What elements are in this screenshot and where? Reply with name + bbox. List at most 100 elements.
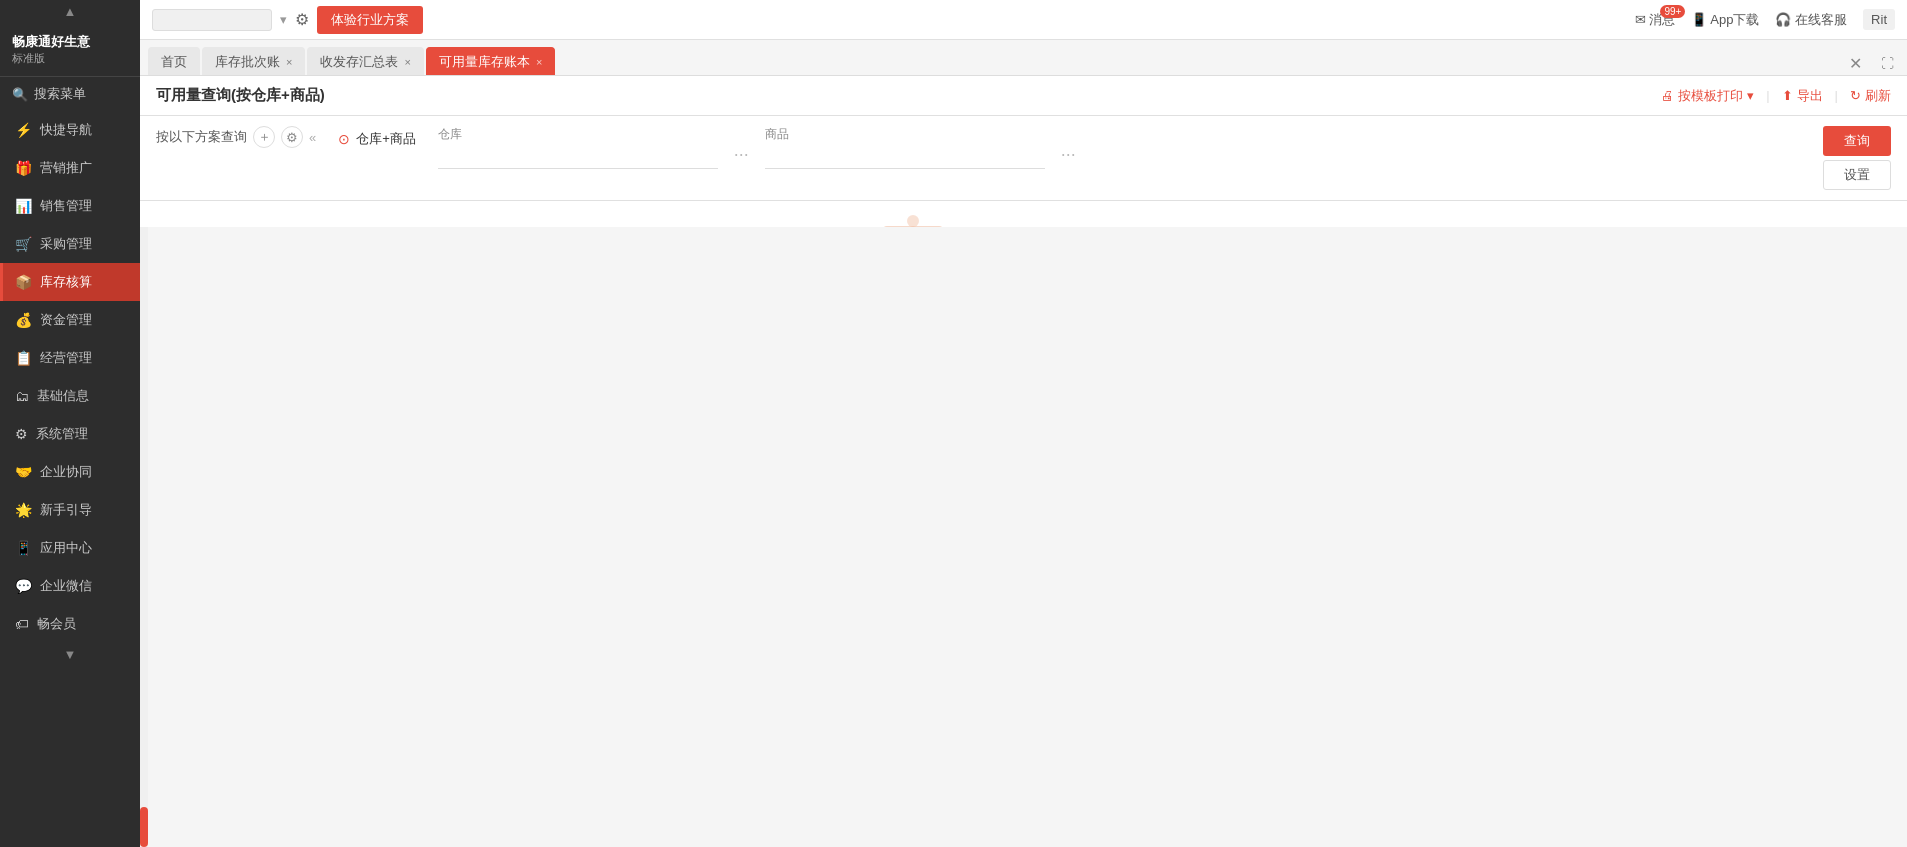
sidebar-item-marketing[interactable]: 🎁 营销推广 [0, 149, 140, 187]
filter-actions: 查询 设置 [1823, 126, 1891, 190]
tab-batch-ledger[interactable]: 库存批次账 × [202, 47, 305, 75]
filter-area: 按以下方案查询 ＋ ⚙ « ⊙ 仓库+商品 仓库 ··· 商品 [140, 116, 1907, 201]
purchase-icon: 🛒 [15, 236, 32, 252]
tab-batch-ledger-label: 库存批次账 [215, 53, 280, 71]
refresh-icon: ↻ [1850, 88, 1861, 103]
sidebar-item-member[interactable]: 🏷 畅会员 [0, 605, 140, 643]
tabs-bar: 首页 库存批次账 × 收发存汇总表 × 可用量库存账本 × ✕ ⛶ [140, 40, 1907, 76]
search-menu-label: 搜索菜单 [34, 85, 86, 103]
trial-button[interactable]: 体验行业方案 [317, 6, 423, 34]
tabs-right-controls: ✕ ⛶ [1843, 51, 1899, 75]
tab-home-label: 首页 [161, 53, 187, 71]
sidebar: ▲ 畅康通好生意 标准版 🔍 搜索菜单 ⚡ 快捷导航 🎁 营销推广 📊 销售管理… [0, 0, 140, 847]
sidebar-item-inventory[interactable]: 📦 库存核算 [0, 263, 140, 301]
member-icon: 🏷 [15, 616, 29, 632]
sidebar-item-system[interactable]: ⚙ 系统管理 [0, 415, 140, 453]
sidebar-logo: 畅康通好生意 标准版 [0, 23, 140, 77]
message-button[interactable]: ✉ 消息 99+ [1635, 11, 1676, 29]
tab-receivable-summary-close[interactable]: × [404, 56, 410, 68]
sidebar-item-business[interactable]: 📋 经营管理 [0, 339, 140, 377]
sidebar-item-guide[interactable]: 🌟 新手引导 [0, 491, 140, 529]
sidebar-item-finance[interactable]: 💰 资金管理 [0, 301, 140, 339]
chevron-down-icon[interactable]: ▾ [280, 12, 287, 27]
sidebar-item-sales[interactable]: 📊 销售管理 [0, 187, 140, 225]
tab-close-button[interactable]: ✕ [1843, 51, 1867, 75]
filter-scheme-controls: 按以下方案查询 ＋ ⚙ « [156, 126, 316, 148]
guide-icon: 🌟 [15, 502, 32, 518]
tab-home[interactable]: 首页 [148, 47, 200, 75]
sidebar-item-label: 库存核算 [40, 273, 92, 291]
tab-available-ledger[interactable]: 可用量库存账本 × [426, 47, 555, 75]
query-button[interactable]: 查询 [1823, 126, 1891, 156]
svg-point-9 [907, 215, 919, 227]
search-icon: 🔍 [12, 87, 28, 102]
sidebar-search[interactable]: 🔍 搜索菜单 [0, 77, 140, 111]
message-icon: ✉ [1635, 12, 1646, 27]
inventory-icon: 📦 [15, 274, 32, 290]
sidebar-item-label: 畅会员 [37, 615, 76, 633]
warehouse-more-icon[interactable]: ··· [734, 144, 749, 165]
filter-scheme-label: 按以下方案查询 [156, 128, 247, 146]
sidebar-item-appstore[interactable]: 📱 应用中心 [0, 529, 140, 567]
sidebar-scroll-up[interactable]: ▲ [0, 0, 140, 23]
tab-receivable-summary-label: 收发存汇总表 [320, 53, 398, 71]
product-more-icon[interactable]: ··· [1061, 144, 1076, 165]
sidebar-item-label: 销售管理 [40, 197, 92, 215]
version-label: 标准版 [12, 51, 128, 66]
scrollbar-thumb[interactable] [140, 807, 148, 847]
sidebar-item-label: 采购管理 [40, 235, 92, 253]
sidebar-item-label: 营销推广 [40, 159, 92, 177]
add-scheme-button[interactable]: ＋ [253, 126, 275, 148]
tab-expand-button[interactable]: ⛶ [1875, 51, 1899, 75]
sidebar-item-shortcut[interactable]: ⚡ 快捷导航 [0, 111, 140, 149]
warehouse-input[interactable] [438, 145, 718, 169]
sidebar-item-purchase[interactable]: 🛒 采购管理 [0, 225, 140, 263]
marketing-icon: 🎁 [15, 160, 32, 176]
empty-robot-illustration [863, 201, 963, 227]
app-download-link[interactable]: 📱 App下载 [1691, 11, 1759, 29]
main-area: ▾ ⚙ 体验行业方案 ✉ 消息 99+ 📱 App下载 🎧 在线客服 Rit 首… [140, 0, 1907, 847]
sidebar-item-basic[interactable]: 🗂 基础信息 [0, 377, 140, 415]
topbar-right: ✉ 消息 99+ 📱 App下载 🎧 在线客服 Rit [1635, 9, 1895, 30]
scheme-item-warehouse-product[interactable]: ⊙ 仓库+商品 [328, 126, 426, 152]
sidebar-item-corp[interactable]: 🤝 企业协同 [0, 453, 140, 491]
sidebar-scroll-down[interactable]: ▼ [0, 643, 140, 666]
sidebar-item-label: 快捷导航 [40, 121, 92, 139]
tab-receivable-summary[interactable]: 收发存汇总表 × [307, 47, 423, 75]
refresh-label: 刷新 [1865, 87, 1891, 105]
print-action[interactable]: 🖨 按模板打印 ▾ [1661, 87, 1754, 105]
message-badge: 99+ [1660, 5, 1685, 18]
filter-fields: 仓库 ··· 商品 ··· [438, 126, 1823, 169]
user-name-display[interactable]: Rit [1863, 9, 1895, 30]
business-icon: 📋 [15, 350, 32, 366]
online-service-link[interactable]: 🎧 在线客服 [1775, 11, 1847, 29]
export-label: 导出 [1797, 87, 1823, 105]
corp-icon: 🤝 [15, 464, 32, 480]
system-icon: ⚙ [15, 426, 28, 442]
tab-batch-ledger-close[interactable]: × [286, 56, 292, 68]
shortcut-icon: ⚡ [15, 122, 32, 138]
collapse-scheme-button[interactable]: « [309, 130, 316, 145]
refresh-action[interactable]: ↻ 刷新 [1850, 87, 1891, 105]
brand-name: 畅康通好生意 [12, 33, 128, 51]
right-scrollbar[interactable] [140, 227, 148, 847]
warehouse-label: 仓库 [438, 126, 718, 143]
settings-scheme-button[interactable]: ⚙ [281, 126, 303, 148]
sidebar-item-wechat[interactable]: 💬 企业微信 [0, 567, 140, 605]
gear-icon[interactable]: ⚙ [295, 10, 309, 29]
page-actions: 🖨 按模板打印 ▾ | ⬆ 导出 | ↻ 刷新 [1661, 87, 1891, 105]
empty-state-content: 1 请先选择要分析的方案 2 用[过滤]条件来缩小分析范围 [863, 201, 1184, 227]
empty-state: 1 请先选择要分析的方案 2 用[过滤]条件来缩小分析范围 [140, 201, 1907, 227]
filter-field-product: 商品 [765, 126, 1045, 169]
sidebar-item-label: 企业协同 [40, 463, 92, 481]
tab-available-ledger-close[interactable]: × [536, 56, 542, 68]
product-input[interactable] [765, 145, 1045, 169]
separator2: | [1835, 88, 1838, 103]
scheme-list: ⊙ 仓库+商品 [328, 126, 426, 152]
page-header: 可用量查询(按仓库+商品) 🖨 按模板打印 ▾ | ⬆ 导出 | ↻ 刷新 [140, 76, 1907, 116]
export-action[interactable]: ⬆ 导出 [1782, 87, 1823, 105]
topbar-search-input[interactable] [152, 9, 272, 31]
tab-available-ledger-label: 可用量库存账本 [439, 53, 530, 71]
settings-button[interactable]: 设置 [1823, 160, 1891, 190]
export-icon: ⬆ [1782, 88, 1793, 103]
